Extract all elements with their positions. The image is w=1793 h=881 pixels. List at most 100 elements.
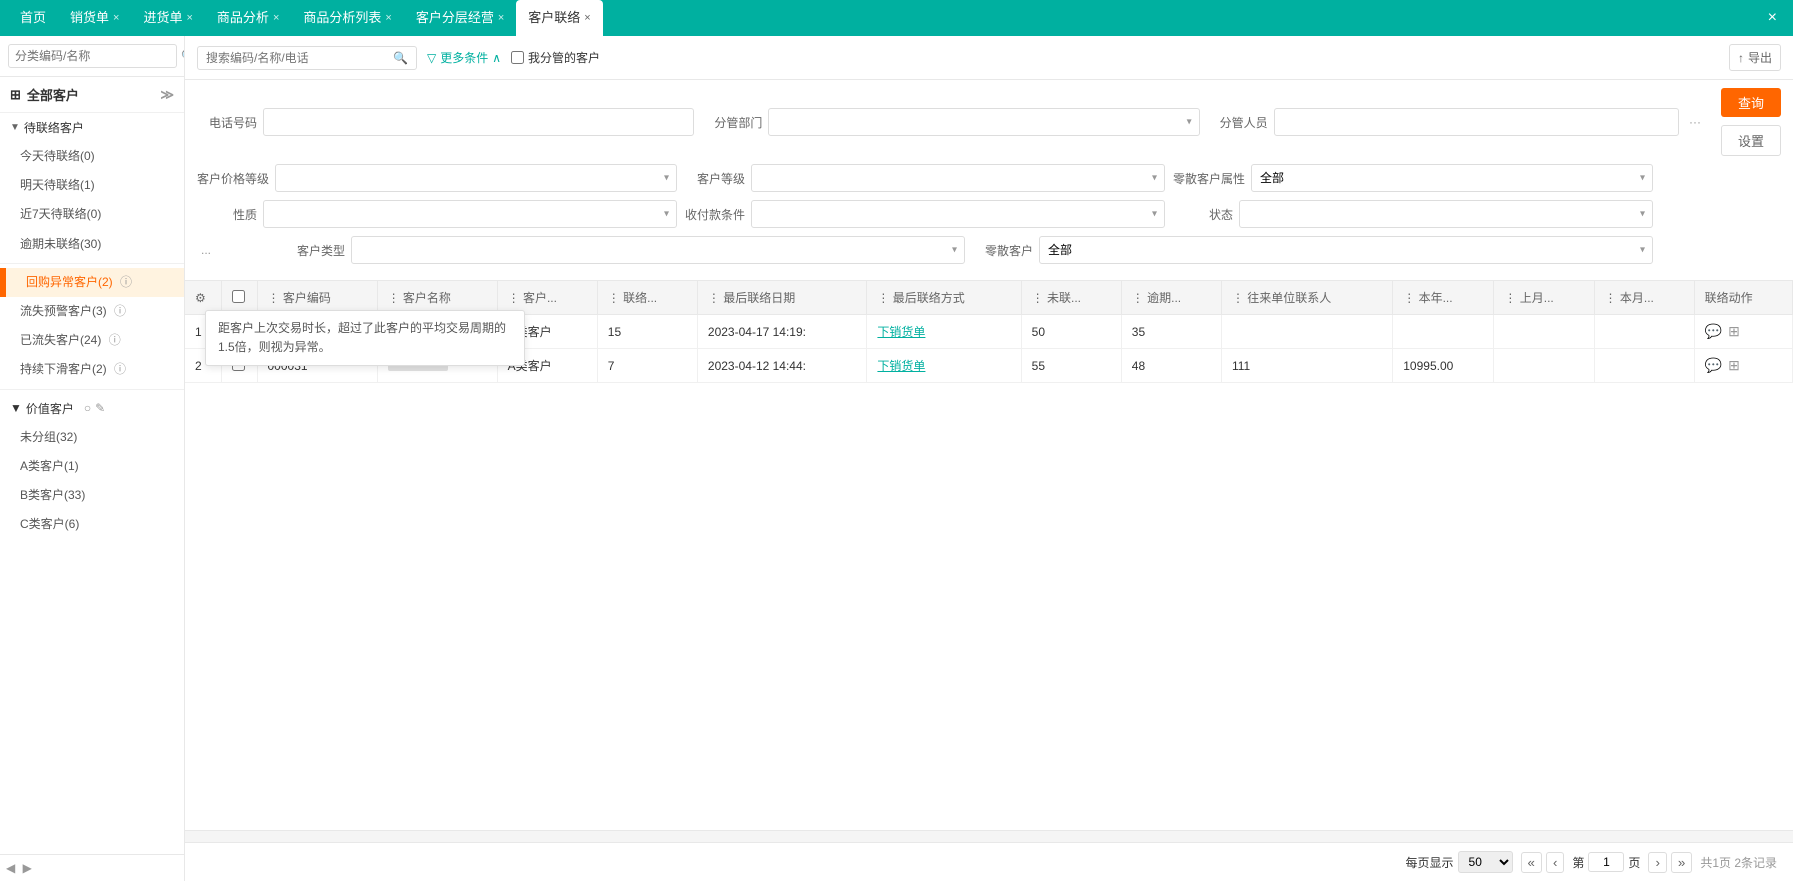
- query-button[interactable]: 查询: [1721, 88, 1781, 117]
- last-page-button[interactable]: »: [1671, 852, 1692, 873]
- nav-product-analysis[interactable]: 商品分析 ×: [205, 0, 291, 36]
- row2-method-link[interactable]: 下销货单: [877, 359, 925, 373]
- first-page-button[interactable]: «: [1521, 852, 1542, 873]
- horizontal-scrollbar[interactable]: [185, 830, 1793, 842]
- sidebar-item-class-a[interactable]: A类客户(1): [0, 452, 184, 481]
- select-all-checkbox[interactable]: [232, 290, 245, 303]
- of-label: 页: [1628, 854, 1640, 871]
- sidebar-collapse-button[interactable]: ≫: [160, 87, 174, 103]
- nav-product-analysis-list[interactable]: 商品分析列表 ×: [291, 0, 403, 36]
- th-this-month: ⋮ 本月...: [1594, 281, 1694, 315]
- row1-grid-icon[interactable]: ⊞: [1728, 323, 1740, 340]
- more-conditions-dots[interactable]: ...: [197, 243, 215, 257]
- sidebar-item-7days[interactable]: 近7天待联络(0): [0, 200, 184, 229]
- row2-overdue: 48: [1121, 349, 1221, 383]
- window-close-button[interactable]: ×: [1760, 9, 1785, 27]
- sidebar-item-abnormal-repurchase[interactable]: 回购异常客户(2) ⓘ: [0, 268, 184, 297]
- sidebar-item-class-b[interactable]: B类客户(33): [0, 481, 184, 510]
- prev-page-button[interactable]: ‹: [1546, 852, 1564, 873]
- arrow-down-icon: ▼: [10, 122, 20, 133]
- customer-type-select[interactable]: [351, 236, 965, 264]
- row2-this-month: [1594, 349, 1694, 383]
- nav-customer-tier[interactable]: 客户分层经营 ×: [404, 0, 516, 36]
- sidebar-item-declining-customers[interactable]: 持续下滑客户(2) ⓘ: [0, 355, 184, 384]
- row1-method-link[interactable]: 下销货单: [877, 325, 925, 339]
- nav-close-customer-contact[interactable]: ×: [584, 0, 590, 36]
- sidebar-item-lost-customers[interactable]: 已流失客户(24) ⓘ: [0, 326, 184, 355]
- horizontal-scroll-inner: [185, 831, 1793, 832]
- sidebar-item-class-c[interactable]: C类客户(6): [0, 510, 184, 539]
- customer-type-label: 客户类型: [285, 242, 345, 259]
- filter-cell-customer-level: 客户等级: [685, 164, 1165, 192]
- action-buttons-area: 查询 设置: [1721, 88, 1781, 156]
- per-page-select[interactable]: 50 20 100: [1458, 851, 1513, 873]
- row2-uncontacted: 55: [1021, 349, 1121, 383]
- edit-icon[interactable]: ○: [84, 401, 91, 415]
- my-customers-checkbox-area[interactable]: 我分管的客户: [511, 49, 600, 66]
- top-navigation: 首页 销货单 × 进货单 × 商品分析 × 商品分析列表 × 客户分层经营 × …: [0, 0, 1793, 36]
- sidebar-item-today[interactable]: 今天待联络(0): [0, 142, 184, 171]
- nav-sales-order[interactable]: 销货单 ×: [58, 0, 131, 36]
- nav-close-customer-tier[interactable]: ×: [498, 0, 504, 36]
- setting-button[interactable]: 设置: [1721, 125, 1781, 156]
- sidebar-pending-title[interactable]: ▼ 待联络客户: [0, 113, 184, 142]
- info-icon-3: ⓘ: [114, 362, 126, 376]
- filter-search-box[interactable]: 🔍: [197, 46, 417, 70]
- row2-last-contact-method[interactable]: 下销货单: [867, 349, 1021, 383]
- sidebar-search-input[interactable]: [8, 44, 177, 68]
- main-content: 🔍 ▽ 更多条件 ∧ 我分管的客户 ↑ 导出 电话号码: [185, 36, 1793, 881]
- sidebar-left-arrow[interactable]: ◀: [6, 861, 15, 875]
- sidebar-right-arrow[interactable]: ▶: [23, 861, 32, 875]
- my-customers-checkbox[interactable]: [511, 51, 524, 64]
- sidebar-item-loss-warning[interactable]: 流失预警客户(3) ⓘ: [0, 297, 184, 326]
- filter-cell-payment: 收付款条件: [685, 200, 1165, 228]
- filter-cell-retail-attr: 零散客户属性 全部: [1173, 164, 1653, 192]
- page-number-input[interactable]: [1588, 852, 1624, 872]
- sidebar-value-customers-title[interactable]: ▼ 价值客户 ○ ✎: [0, 394, 184, 423]
- row1-last-contact-method[interactable]: 下销货单: [867, 315, 1021, 349]
- export-button[interactable]: ↑ 导出: [1729, 44, 1781, 71]
- nav-close-sales[interactable]: ×: [113, 0, 119, 36]
- filter-cell-nature: 性质: [197, 200, 677, 228]
- more-dots-icon[interactable]: ···: [1685, 115, 1705, 129]
- row2-chat-icon[interactable]: 💬: [1705, 357, 1722, 374]
- manager-input[interactable]: [1274, 108, 1679, 136]
- phone-input[interactable]: [263, 108, 694, 136]
- row1-chat-icon[interactable]: 💬: [1705, 323, 1722, 340]
- nav-home[interactable]: 首页: [8, 0, 58, 36]
- filter-rows-area: 电话号码 分管部门 分管人员 ··· 查询: [185, 80, 1793, 281]
- nav-close-purchase[interactable]: ×: [186, 0, 192, 36]
- dept-select[interactable]: [768, 108, 1199, 136]
- nature-select[interactable]: [263, 200, 677, 228]
- sidebar-item-overdue[interactable]: 逾期未联络(30): [0, 230, 184, 259]
- status-select[interactable]: [1239, 200, 1653, 228]
- sidebar-item-tomorrow[interactable]: 明天待联络(1): [0, 171, 184, 200]
- nav-close-product-analysis[interactable]: ×: [273, 0, 279, 36]
- th-last-contact-method: ⋮ 最后联络方式: [867, 281, 1021, 315]
- price-level-select[interactable]: [275, 164, 677, 192]
- th-uncontacted: ⋮ 未联...: [1021, 281, 1121, 315]
- row2-grid-icon[interactable]: ⊞: [1728, 357, 1740, 374]
- next-page-button[interactable]: ›: [1648, 852, 1666, 873]
- sidebar-item-unclassified[interactable]: 未分组(32): [0, 423, 184, 452]
- chevron-down-icon: ∧: [492, 51, 501, 65]
- search-icon[interactable]: 🔍: [393, 51, 408, 65]
- sidebar-divider-1: [0, 263, 184, 264]
- nav-customer-contact[interactable]: 客户联络 ×: [516, 0, 602, 36]
- gear-icon[interactable]: ⚙: [195, 291, 206, 305]
- customer-level-label: 客户等级: [685, 170, 745, 187]
- nav-close-product-list[interactable]: ×: [385, 0, 391, 36]
- nav-purchase-order[interactable]: 进货单 ×: [131, 0, 204, 36]
- retail-attr-select[interactable]: 全部: [1251, 164, 1653, 192]
- retail-customer-select[interactable]: 全部: [1039, 236, 1653, 264]
- row1-company-contact: [1221, 315, 1392, 349]
- search-input[interactable]: [206, 51, 387, 65]
- pagination-nav-buttons-right: › »: [1648, 852, 1692, 873]
- sidebar-special-section: 回购异常客户(2) ⓘ 流失预警客户(3) ⓘ 已流失客户(24) ⓘ 持续下滑…: [0, 268, 184, 385]
- filter-cell-manager: 分管人员 ···: [1208, 108, 1705, 136]
- more-conditions-button[interactable]: ▽ 更多条件 ∧: [427, 49, 501, 66]
- sidebar-pending-section: ▼ 待联络客户 今天待联络(0) 明天待联络(1) 近7天待联络(0) 逾期未联…: [0, 113, 184, 259]
- payment-select[interactable]: [751, 200, 1165, 228]
- customer-level-select[interactable]: [751, 164, 1165, 192]
- edit-pencil-icon[interactable]: ✎: [95, 401, 105, 415]
